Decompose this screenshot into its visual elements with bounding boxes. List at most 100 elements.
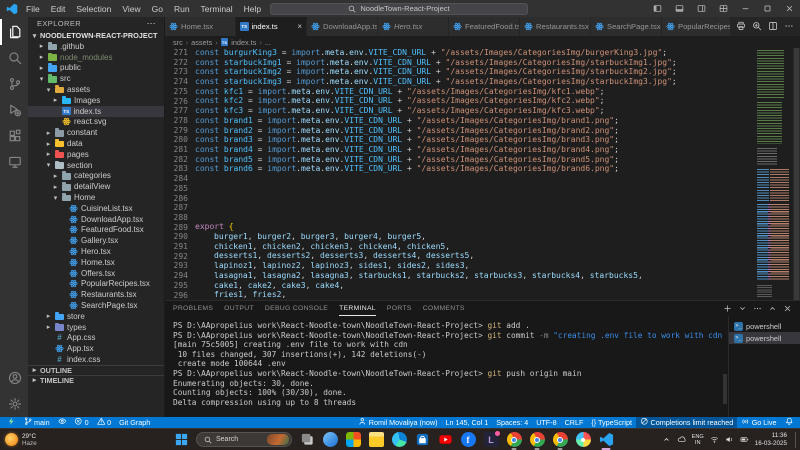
- print-icon[interactable]: [736, 18, 746, 36]
- taskbar-file-explorer-icon[interactable]: [368, 432, 384, 448]
- menu-item-terminal[interactable]: Terminal: [201, 4, 233, 14]
- taskbar-clock[interactable]: 11:36 16-03-2025: [755, 432, 787, 446]
- menu-item-run[interactable]: Run: [174, 4, 190, 14]
- toggle-secondary-sidebar-icon[interactable]: [690, 0, 712, 17]
- tree-folder-detailview[interactable]: ▸ detailView: [28, 181, 164, 192]
- tray-chevron-up-icon[interactable]: [662, 435, 671, 444]
- tree-folder--github[interactable]: ▸ .github: [28, 41, 164, 52]
- menu-item-edit[interactable]: Edit: [51, 4, 66, 14]
- panel-tab-ports[interactable]: PORTS: [387, 301, 412, 316]
- window-maximize-button[interactable]: [756, 0, 778, 17]
- show-desktop-button[interactable]: [795, 431, 797, 448]
- tree-folder-categories[interactable]: ▸ categories: [28, 171, 164, 182]
- terminal-scrollbar[interactable]: [722, 316, 728, 417]
- menu-item-go[interactable]: Go: [152, 4, 163, 14]
- activitybar-run-debug-icon[interactable]: [0, 97, 28, 123]
- project-root-row[interactable]: ▾ NOODLETOWN-REACT-PROJECT: [28, 30, 164, 41]
- tab-hero-tsx[interactable]: Hero.tsx: [378, 17, 449, 36]
- tree-file-downloadapp-tsx[interactable]: DownloadApp.tsx: [28, 214, 164, 225]
- breadcrumb-item-src[interactable]: src: [173, 38, 183, 47]
- breadcrumb-item-index-ts[interactable]: index.ts: [231, 38, 256, 47]
- code-content[interactable]: const burgurKing3 = import.meta.env.VITE…: [195, 48, 800, 300]
- status-eol[interactable]: CRLF: [561, 417, 588, 428]
- breadcrumb-item----[interactable]: ...: [265, 38, 271, 47]
- activitybar-account-icon[interactable]: [0, 365, 28, 391]
- terminal-dropdown-icon[interactable]: [738, 300, 747, 318]
- tree-file-popularrecipes-tsx[interactable]: PopularRecipes.tsx: [28, 279, 164, 290]
- activitybar-settings-icon[interactable]: [0, 391, 28, 417]
- status-branch[interactable]: main: [20, 417, 54, 428]
- window-minimize-button[interactable]: [734, 0, 756, 17]
- tree-file-app-tsx[interactable]: App.tsx: [28, 343, 164, 354]
- tree-folder-types[interactable]: ▸ types: [28, 322, 164, 333]
- command-center-search[interactable]: NoodleTown-React-Project: [270, 2, 528, 15]
- tab-searchpage-tsx[interactable]: SearchPage.tsx: [591, 17, 662, 36]
- status-live-share-user[interactable]: Romil Movaliya (now): [354, 417, 441, 428]
- panel-tab-comments[interactable]: COMMENTS: [423, 301, 465, 316]
- menu-item-view[interactable]: View: [122, 4, 140, 14]
- taskbar-chrome-1-icon[interactable]: [506, 432, 522, 450]
- minimap[interactable]: [755, 48, 793, 300]
- panel-tab-output[interactable]: OUTPUT: [224, 301, 254, 316]
- sidebar-section-timeline[interactable]: ▸ TIMELINE: [28, 374, 164, 385]
- new-terminal-icon[interactable]: [723, 300, 732, 318]
- taskbar-chrome-2-icon[interactable]: [529, 432, 545, 450]
- tab-featuredfood-tsx[interactable]: FeaturedFood.tsx: [449, 17, 520, 36]
- taskbar-facebook-icon[interactable]: f: [460, 432, 476, 448]
- panel-tab-terminal[interactable]: TERMINAL: [339, 301, 376, 316]
- panel-tab-debug-console[interactable]: DEBUG CONSOLE: [265, 301, 328, 316]
- editor-scrollbar[interactable]: [793, 48, 800, 300]
- taskbar-microsoft-365-icon[interactable]: [345, 432, 361, 448]
- split-editor-icon[interactable]: [768, 18, 778, 36]
- tree-folder-public[interactable]: ▸ public: [28, 63, 164, 74]
- onedrive-cloud-icon[interactable]: [677, 435, 686, 444]
- tree-file-cuisinelist-tsx[interactable]: CuisineList.tsx: [28, 203, 164, 214]
- tab-home-tsx[interactable]: Home.tsx: [165, 17, 236, 36]
- status-notifications[interactable]: [781, 417, 798, 428]
- tree-file-restaurants-tsx[interactable]: Restaurants.tsx: [28, 289, 164, 300]
- tree-file-home-tsx[interactable]: Home.tsx: [28, 257, 164, 268]
- tree-folder-store[interactable]: ▸ store: [28, 311, 164, 322]
- status-indentation[interactable]: Spaces: 4: [492, 417, 532, 428]
- menu-item-selection[interactable]: Selection: [76, 4, 111, 14]
- taskbar-chrome-3-icon[interactable]: [552, 432, 568, 450]
- status-remote-indicator[interactable]: [3, 417, 20, 428]
- battery-icon[interactable]: [740, 435, 749, 444]
- activitybar-search-icon[interactable]: [0, 45, 28, 71]
- activitybar-explorer-icon[interactable]: [0, 19, 28, 45]
- activitybar-extensions-icon[interactable]: [0, 123, 28, 149]
- status-errors[interactable]: 0: [70, 417, 93, 428]
- tree-folder-images[interactable]: ▸ Images: [28, 95, 164, 106]
- tree-folder-constant[interactable]: ▸ constant: [28, 127, 164, 138]
- tree-file-app-css[interactable]: # App.css: [28, 333, 164, 344]
- breadcrumb[interactable]: src › assets › TS index.ts ›...: [165, 36, 800, 48]
- tree-file-featuredfood-tsx[interactable]: FeaturedFood.tsx: [28, 225, 164, 236]
- tree-folder-node-modules[interactable]: ▸ node_modules: [28, 52, 164, 63]
- tab-close-icon[interactable]: ×: [297, 22, 302, 31]
- terminal-output[interactable]: PS D:\AApropelius work\React-Noodle-town…: [165, 316, 722, 417]
- taskbar-photos-icon[interactable]: [575, 432, 591, 448]
- taskbar-task-view-icon[interactable]: [299, 432, 315, 448]
- tree-folder-pages[interactable]: ▸ pages: [28, 149, 164, 160]
- status-watch[interactable]: [54, 417, 71, 428]
- tree-file-gallery-tsx[interactable]: Gallery.tsx: [28, 235, 164, 246]
- breadcrumb-item-assets[interactable]: assets: [191, 38, 212, 47]
- status-language-mode[interactable]: {} TypeScript: [587, 417, 636, 428]
- taskbar-app-l-icon[interactable]: L: [483, 431, 500, 448]
- tree-folder-assets[interactable]: ▾ assets: [28, 84, 164, 95]
- taskbar-store-icon[interactable]: [414, 432, 430, 448]
- status-copilot-status[interactable]: Completions limit reached: [636, 417, 738, 428]
- tree-folder-data[interactable]: ▸ data: [28, 138, 164, 149]
- explorer-more-actions-icon[interactable]: ⋯: [147, 18, 156, 29]
- tree-folder-section[interactable]: ▾ section: [28, 160, 164, 171]
- tree-file-offers-tsx[interactable]: Offers.tsx: [28, 268, 164, 279]
- activitybar-remote-explorer-icon[interactable]: [0, 149, 28, 175]
- toggle-panel-icon[interactable]: [668, 0, 690, 17]
- taskbar-vscode-icon[interactable]: [598, 432, 614, 450]
- tree-folder-home[interactable]: ▾ Home: [28, 192, 164, 203]
- status-warnings[interactable]: 0: [93, 417, 116, 428]
- more-actions-icon[interactable]: [784, 18, 794, 36]
- code-editor[interactable]: 271 272 273 274 275 276 277 278 279 280 281 282 283 2…: [165, 48, 800, 300]
- tree-file-react-svg[interactable]: react.svg: [28, 117, 164, 128]
- activitybar-source-control-icon[interactable]: [0, 71, 28, 97]
